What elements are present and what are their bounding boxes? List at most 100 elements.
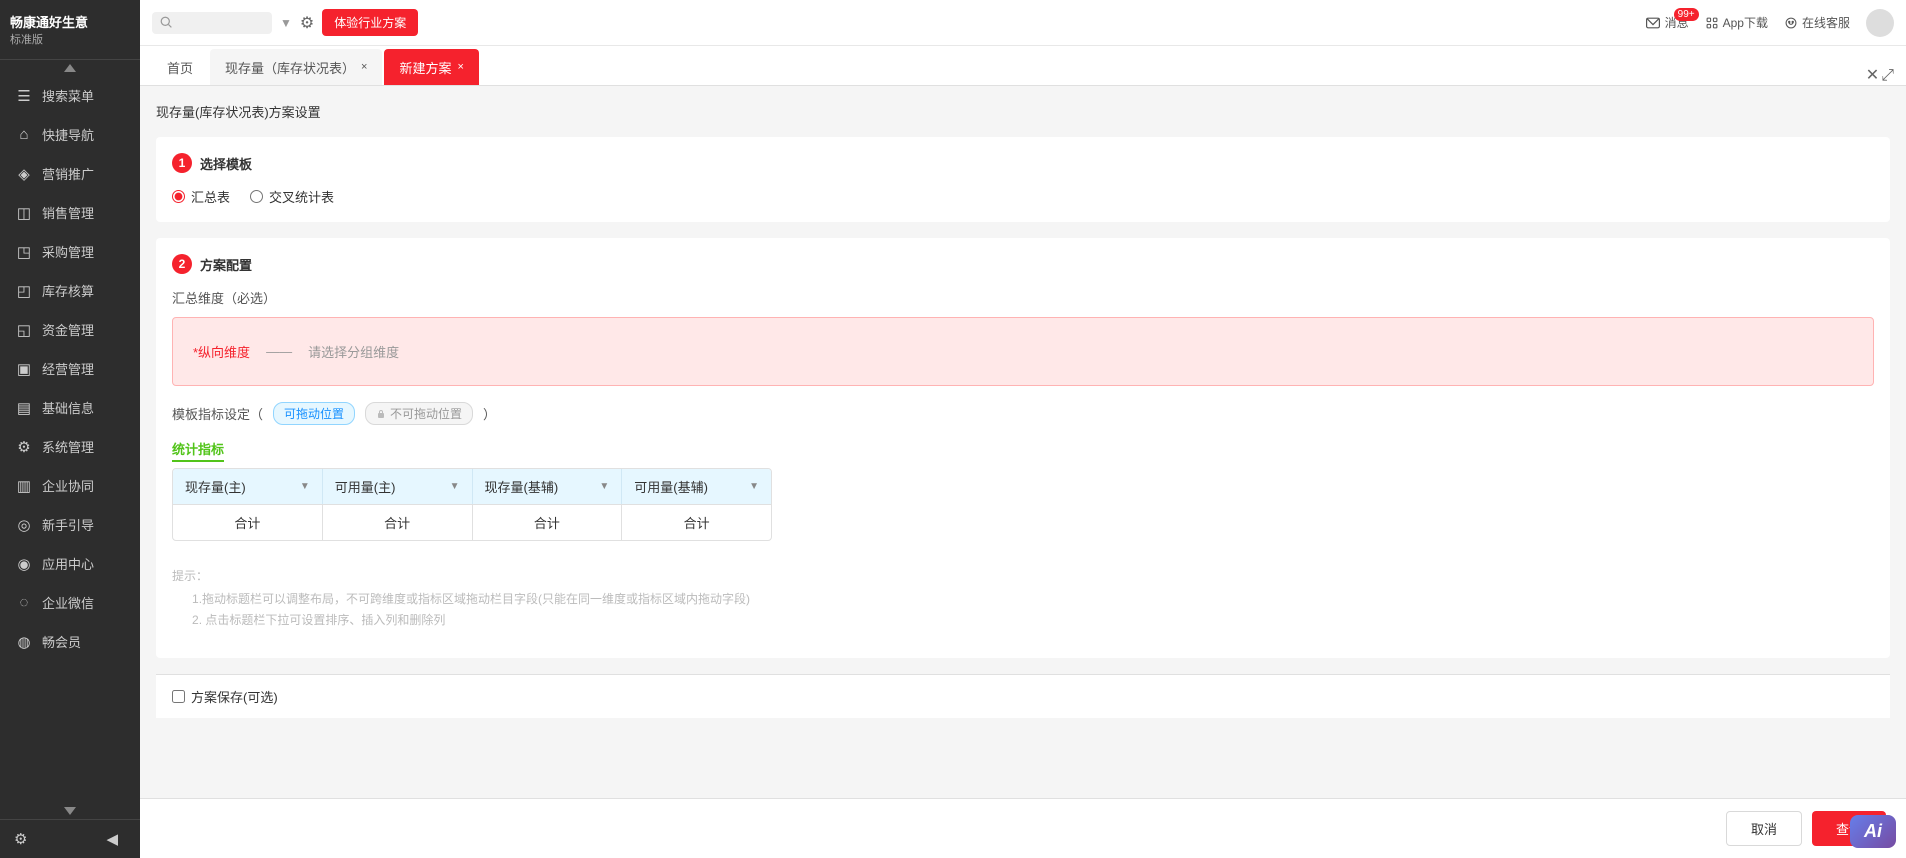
topbar-right: 消息 99+ App下载 在线客服 [1645, 9, 1894, 37]
system-icon: ⚙ [14, 438, 34, 456]
topbar-gear-button[interactable]: ⚙ [300, 13, 314, 33]
dimension-required-label: *纵向维度 [193, 342, 250, 361]
sidebar-item-label: 基础信息 [42, 398, 94, 417]
radio-cross-label: 交叉统计表 [269, 187, 334, 206]
step1-header: 1 选择模板 [172, 153, 1874, 173]
close-panel-button[interactable]: ✕ [1866, 65, 1879, 85]
template-radio-group: 汇总表 交叉统计表 [172, 187, 1874, 206]
sidebar-scroll-down[interactable] [0, 803, 140, 819]
search-input[interactable] [177, 16, 257, 30]
radio-summary-input[interactable] [172, 190, 185, 203]
tips-item-1: 1.拖动标题栏可以调整布局，不可跨维度或指标区域拖动栏目字段(只能在同一维度或指… [172, 590, 1874, 607]
radio-cross[interactable]: 交叉统计表 [250, 187, 334, 206]
tab-inventory-close[interactable]: × [361, 62, 367, 73]
message-icon [1645, 15, 1661, 31]
cell-1-1: 合计 [173, 505, 323, 540]
tab-new-plan-close[interactable]: × [457, 62, 463, 73]
marketing-icon: ◈ [14, 165, 34, 183]
collapse-icon[interactable]: ◀ [106, 830, 118, 848]
purchase-icon: ◳ [14, 243, 34, 261]
service-icon [1784, 16, 1798, 30]
indicator-settings: 模板指标设定（ 可拖动位置 不可拖动位置 ） [172, 402, 1874, 425]
experience-button[interactable]: 体验行业方案 [322, 9, 418, 36]
stats-table: 现存量(主) ▼ 可用量(主) ▼ 现存量(基辅) ▼ 可用量(基辅) [172, 468, 772, 541]
sidebar-item-wechat[interactable]: ◌ 企业微信 [0, 583, 140, 622]
topbar-left: ▼ ⚙ 体验行业方案 [152, 9, 1645, 36]
new-guide-icon: ◎ [14, 516, 34, 534]
sidebar-item-finance[interactable]: ◱ 资金管理 [0, 310, 140, 349]
sidebar-logo: 畅康通好生意 标准版 [0, 0, 140, 60]
tabbar: 首页 现存量（库存状况表） × 新建方案 × ✕ ⤢ [140, 46, 1906, 86]
topbar: ▼ ⚙ 体验行业方案 消息 99+ App下载 在线客服 [140, 0, 1906, 46]
sidebar-item-sales[interactable]: ◫ 销售管理 [0, 193, 140, 232]
draggable-badge: 可拖动位置 [273, 402, 355, 425]
member-icon: ◍ [14, 633, 34, 651]
sidebar-item-label: 应用中心 [42, 554, 94, 573]
sidebar-scroll-up[interactable] [0, 60, 140, 76]
management-icon: ▣ [14, 360, 34, 378]
sidebar-item-new-guide[interactable]: ◎ 新手引导 [0, 505, 140, 544]
sidebar-item-label: 企业协同 [42, 476, 94, 495]
step2-section: 2 方案配置 汇总维度（必选） *纵向维度 —— 请选择分组维度 模板指标设定（… [156, 238, 1890, 658]
topbar-search-box[interactable] [152, 12, 272, 34]
sidebar-item-label: 系统管理 [42, 437, 94, 456]
sidebar-item-app-center[interactable]: ◉ 应用中心 [0, 544, 140, 583]
wechat-icon: ◌ [14, 594, 34, 611]
sidebar-item-basic-info[interactable]: ▤ 基础信息 [0, 388, 140, 427]
app-center-icon: ◉ [14, 555, 34, 573]
col-header-2[interactable]: 可用量(主) ▼ [323, 469, 473, 504]
settings-icon[interactable]: ⚙ [14, 830, 27, 848]
cancel-button[interactable]: 取消 [1726, 811, 1802, 846]
sidebar-item-search-menu[interactable]: ☰ 搜索菜单 [0, 76, 140, 115]
search-menu-icon: ☰ [14, 87, 34, 105]
non-draggable-badge: 不可拖动位置 [365, 402, 473, 425]
dimension-section-label: 汇总维度（必选） [172, 288, 1874, 307]
tab-inventory-status[interactable]: 现存量（库存状况表） × [210, 49, 382, 85]
sidebar-item-cooperation[interactable]: ▥ 企业协同 [0, 466, 140, 505]
online-service-button[interactable]: 在线客服 [1784, 14, 1850, 31]
sidebar-item-management[interactable]: ▣ 经营管理 [0, 349, 140, 388]
sidebar-item-quick-nav[interactable]: ⌂ 快捷导航 [0, 115, 140, 154]
step1-section: 1 选择模板 汇总表 交叉统计表 [156, 137, 1890, 222]
col3-chevron: ▼ [599, 481, 609, 492]
content-area: 现存量(库存状况表)方案设置 1 选择模板 汇总表 交叉统计表 2 [140, 86, 1906, 798]
ai-badge[interactable]: Ai [1850, 815, 1896, 848]
stats-table-row: 合计 合计 合计 合计 [173, 504, 771, 540]
sidebar-item-member[interactable]: ◍ 畅会员 [0, 622, 140, 661]
sidebar-item-purchase[interactable]: ◳ 采购管理 [0, 232, 140, 271]
col-header-1[interactable]: 现存量(主) ▼ [173, 469, 323, 504]
sidebar-item-label: 营销推广 [42, 164, 94, 183]
indicator-label-suffix: ） [483, 404, 496, 423]
radio-cross-input[interactable] [250, 190, 263, 203]
app-download-button[interactable]: App下载 [1705, 14, 1768, 31]
tab-home[interactable]: 首页 [152, 49, 208, 85]
tab-inventory-label: 现存量（库存状况表） [225, 58, 355, 77]
user-avatar[interactable] [1866, 9, 1894, 37]
dimension-placeholder: 请选择分组维度 [308, 342, 399, 361]
col-header-4[interactable]: 可用量(基辅) ▼ [622, 469, 771, 504]
sidebar-item-inventory[interactable]: ◰ 库存核算 [0, 271, 140, 310]
step1-badge: 1 [172, 153, 192, 173]
step2-badge: 2 [172, 254, 192, 274]
expand-panel-button[interactable]: ⤢ [1881, 67, 1894, 85]
dimension-separator: —— [266, 344, 292, 359]
search-dropdown-button[interactable]: ▼ [280, 16, 292, 30]
app-download-label: App下载 [1723, 14, 1768, 31]
sidebar-item-system[interactable]: ⚙ 系统管理 [0, 427, 140, 466]
message-button[interactable]: 消息 99+ [1645, 14, 1689, 31]
save-option-label: 方案保存(可选) [191, 687, 278, 706]
col2-chevron: ▼ [450, 481, 460, 492]
sidebar-item-label: 畅会员 [42, 632, 81, 651]
quick-nav-icon: ⌂ [14, 126, 34, 143]
save-option[interactable]: 方案保存(可选) [156, 674, 1890, 718]
sidebar-nav: ☰ 搜索菜单 ⌂ 快捷导航 ◈ 营销推广 ◫ 销售管理 ◳ 采购管理 ◰ 库存核… [0, 76, 140, 803]
app-edition: 标准版 [10, 31, 130, 47]
col-header-3[interactable]: 现存量(基辅) ▼ [473, 469, 623, 504]
radio-summary[interactable]: 汇总表 [172, 187, 230, 206]
lock-icon [376, 409, 386, 419]
sidebar-item-marketing[interactable]: ◈ 营销推广 [0, 154, 140, 193]
main-area: ▼ ⚙ 体验行业方案 消息 99+ App下载 在线客服 [140, 0, 1906, 858]
tab-home-label: 首页 [167, 58, 193, 77]
save-checkbox[interactable] [172, 690, 185, 703]
tab-new-plan[interactable]: 新建方案 × [384, 49, 478, 85]
